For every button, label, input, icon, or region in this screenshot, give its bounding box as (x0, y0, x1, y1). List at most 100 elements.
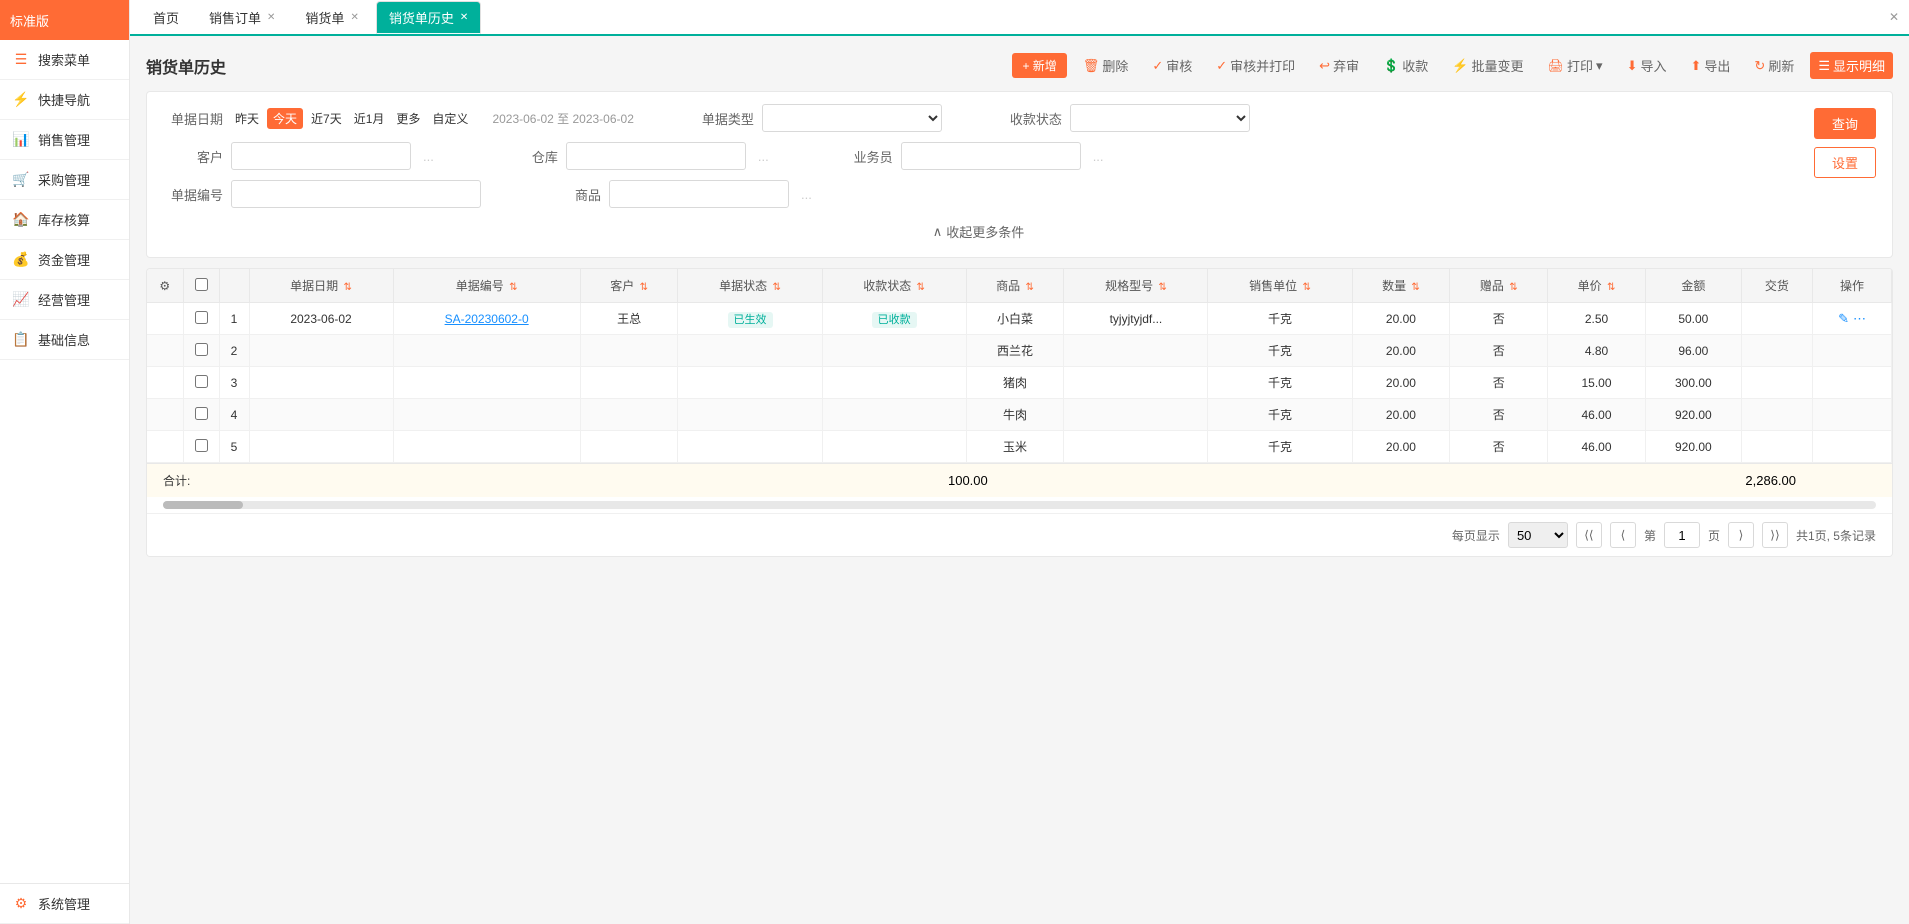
tab-sales-history-close[interactable]: ✕ (460, 12, 468, 23)
warehouse-dots[interactable]: ... (754, 149, 773, 164)
page-last-btn[interactable]: ⟩⟩ (1762, 522, 1788, 548)
per-page-select[interactable]: 50 100 200 (1508, 522, 1568, 548)
search-menu-icon: ☰ (12, 51, 30, 69)
th-price[interactable]: 单价 ⇅ (1548, 269, 1646, 303)
tab-sales-order[interactable]: 销售订单 ✕ (196, 1, 288, 33)
collect-button[interactable]: 💲 收款 (1375, 52, 1436, 79)
import-button[interactable]: ⬇ 导入 (1619, 52, 1675, 79)
settings-button[interactable]: 设置 (1814, 147, 1876, 178)
th-qty[interactable]: 数量 ⇅ (1352, 269, 1450, 303)
goods-input[interactable] (609, 180, 789, 208)
page-input[interactable] (1664, 522, 1700, 548)
print-button[interactable]: 🖨 打印 ▾ (1540, 52, 1611, 79)
date-1month[interactable]: 近1月 (350, 108, 389, 129)
cell-docno[interactable] (393, 431, 580, 463)
cell-goods: 牛肉 (966, 399, 1064, 431)
cell-action[interactable] (1813, 367, 1892, 399)
review-button[interactable]: ✓ 审核 (1144, 52, 1200, 79)
delete-button[interactable]: 🗑 删除 (1075, 52, 1137, 79)
row-checkbox[interactable] (195, 439, 208, 452)
salesperson-dots[interactable]: ... (1089, 149, 1108, 164)
th-customer[interactable]: 客户 ⇅ (580, 269, 678, 303)
horizontal-scrollbar[interactable] (163, 501, 1876, 509)
review-print-button[interactable]: ✓ 审核并打印 (1208, 52, 1303, 79)
cell-paystatus (822, 335, 966, 367)
th-paystatus[interactable]: 收款状态 ⇅ (822, 269, 966, 303)
date-today[interactable]: 今天 (267, 108, 303, 129)
th-goods[interactable]: 商品 ⇅ (966, 269, 1064, 303)
date-custom[interactable]: 自定义 (428, 108, 472, 129)
new-button[interactable]: + 新增 (1012, 53, 1066, 78)
select-all-checkbox[interactable] (195, 278, 208, 291)
row-checkbox[interactable] (195, 343, 208, 356)
th-unit[interactable]: 销售单位 ⇅ (1208, 269, 1352, 303)
th-spec[interactable]: 规格型号 ⇅ (1064, 269, 1208, 303)
cell-docno[interactable] (393, 399, 580, 431)
sidebar-item-operations[interactable]: 📈 经营管理 (0, 280, 129, 320)
cell-trade (1741, 335, 1812, 367)
cell-gift: 否 (1450, 431, 1548, 463)
th-settings[interactable]: ⚙ (147, 269, 183, 303)
action-edit[interactable]: ✎ (1838, 311, 1849, 326)
th-date[interactable]: 单据日期 ⇅ (249, 269, 393, 303)
display-icon: ☰ (1818, 58, 1830, 74)
cell-docno[interactable] (393, 335, 580, 367)
page-first-btn[interactable]: ⟨⟨ (1576, 522, 1602, 548)
batch-change-button[interactable]: ⚡ 批量变更 (1444, 52, 1531, 79)
table-row: 2 西兰花 千克 20.00 否 4.80 96.00 (147, 335, 1892, 367)
goods-dots[interactable]: ... (797, 187, 816, 202)
row-checkbox[interactable] (195, 311, 208, 324)
filter-collapse-btn[interactable]: ∧ 收起更多条件 (163, 218, 1794, 245)
sidebar-item-quick-nav[interactable]: ⚡ 快捷导航 (0, 80, 129, 120)
cell-check[interactable] (183, 367, 219, 399)
sidebar-item-inventory[interactable]: 🏠 库存核算 (0, 200, 129, 240)
refresh-button[interactable]: ↻ 刷新 (1746, 52, 1802, 79)
cell-action[interactable] (1813, 335, 1892, 367)
cell-docno[interactable] (393, 367, 580, 399)
th-docstatus[interactable]: 单据状态 ⇅ (678, 269, 822, 303)
date-7days[interactable]: 近7天 (307, 108, 346, 129)
date-yesterday[interactable]: 昨天 (231, 108, 263, 129)
query-button[interactable]: 查询 (1814, 108, 1876, 139)
cell-action[interactable] (1813, 399, 1892, 431)
tab-home[interactable]: 首页 (140, 1, 192, 33)
export-button[interactable]: ⬆ 导出 (1682, 52, 1738, 79)
customer-dots[interactable]: ... (419, 149, 438, 164)
cell-action[interactable]: ✎⋯ (1813, 303, 1892, 335)
salesperson-input[interactable] (901, 142, 1081, 170)
cell-check[interactable] (183, 399, 219, 431)
tab-sales-goods-close[interactable]: ✕ (350, 12, 358, 23)
warehouse-input[interactable] (566, 142, 746, 170)
sidebar-item-basic-info[interactable]: 📋 基础信息 (0, 320, 129, 360)
docno-input[interactable] (231, 180, 481, 208)
row-checkbox[interactable] (195, 407, 208, 420)
cell-check[interactable] (183, 431, 219, 463)
cell-docstatus (678, 335, 822, 367)
th-docno[interactable]: 单据编号 ⇅ (393, 269, 580, 303)
close-all-tabs[interactable]: ✕ (1889, 10, 1899, 24)
tab-sales-order-close[interactable]: ✕ (267, 12, 275, 23)
th-gift[interactable]: 赠品 ⇅ (1450, 269, 1548, 303)
sidebar-item-search-menu[interactable]: ☰ 搜索菜单 (0, 40, 129, 80)
customer-input[interactable] (231, 142, 411, 170)
date-shortcuts: 昨天 今天 近7天 近1月 更多 自定义 (231, 108, 472, 129)
abandon-button[interactable]: ↩ 弃审 (1311, 52, 1367, 79)
sidebar-item-sys-mgmt[interactable]: ⚙ 系统管理 (0, 884, 129, 924)
sidebar-item-purchase-mgmt[interactable]: 🛒 采购管理 (0, 160, 129, 200)
page-prev-btn[interactable]: ⟨ (1610, 522, 1636, 548)
row-checkbox[interactable] (195, 375, 208, 388)
date-more[interactable]: 更多 (392, 108, 424, 129)
doctype-select[interactable] (762, 104, 942, 132)
display-detail-button[interactable]: ☰ 显示明细 (1810, 52, 1893, 79)
sidebar-item-finance[interactable]: 💰 资金管理 (0, 240, 129, 280)
cell-check[interactable] (183, 303, 219, 335)
paystatus-select[interactable] (1070, 104, 1250, 132)
cell-docno[interactable]: SA-20230602-0 (393, 303, 580, 335)
cell-check[interactable] (183, 335, 219, 367)
sidebar-item-sales-mgmt[interactable]: 📊 销售管理 (0, 120, 129, 160)
action-more[interactable]: ⋯ (1853, 311, 1866, 326)
tab-sales-history[interactable]: 销货单历史 ✕ (376, 1, 481, 34)
page-next-btn[interactable]: ⟩ (1728, 522, 1754, 548)
tab-sales-goods[interactable]: 销货单 ✕ (292, 1, 371, 33)
cell-action[interactable] (1813, 431, 1892, 463)
